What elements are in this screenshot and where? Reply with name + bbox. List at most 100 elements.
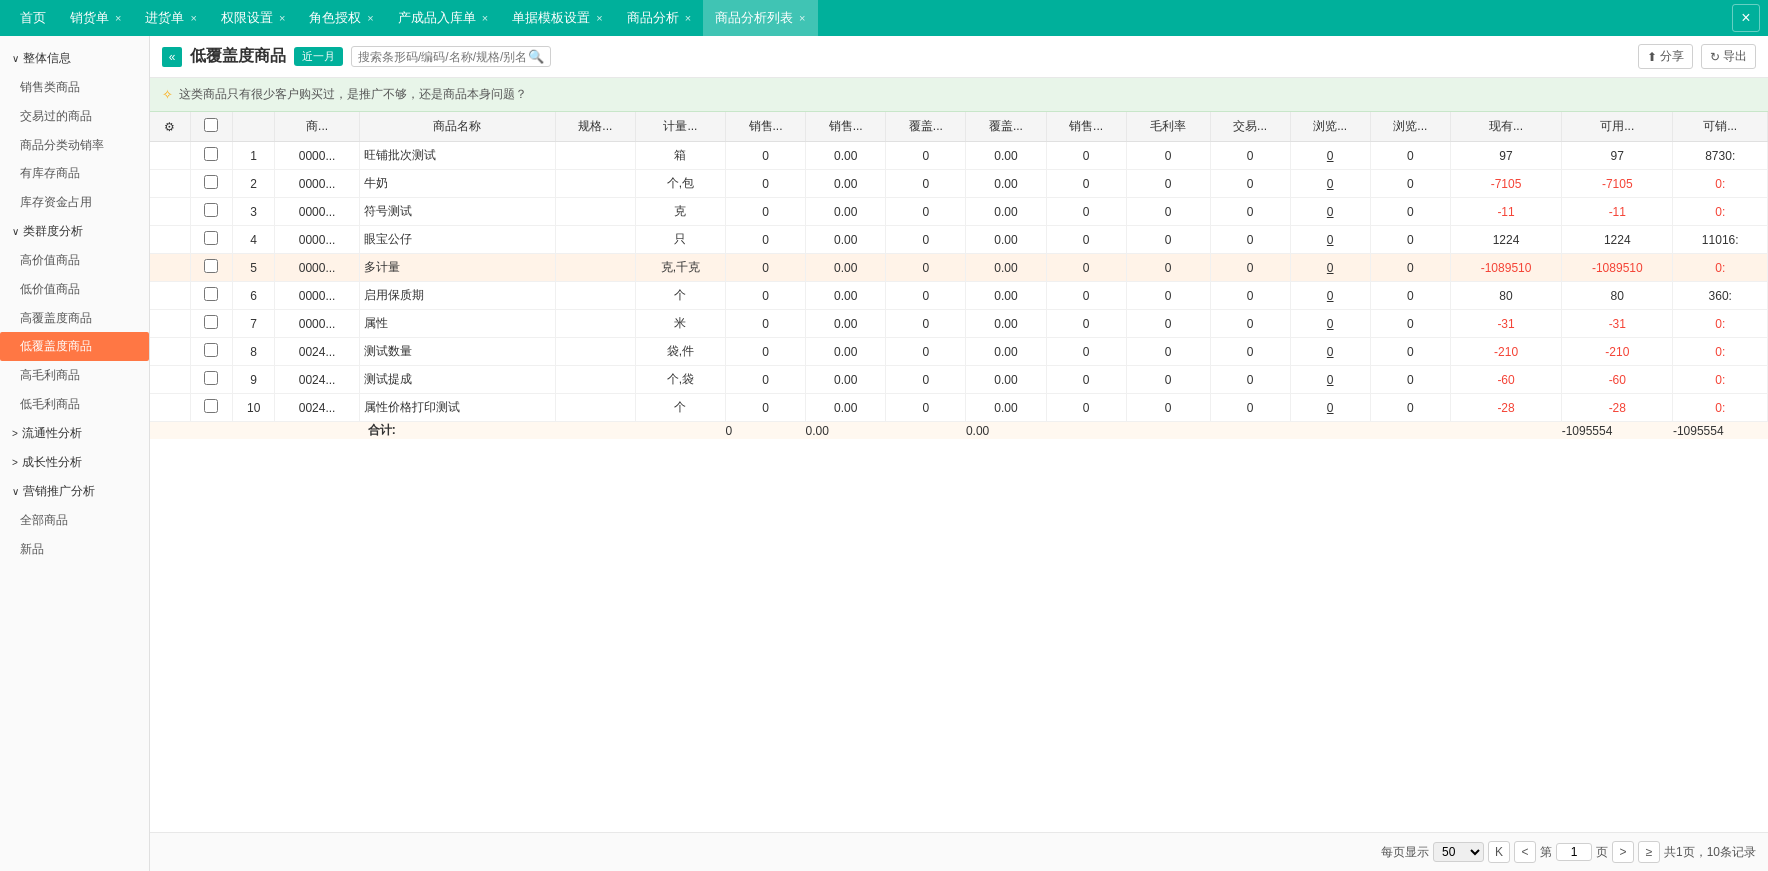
sidebar-item-in-stock[interactable]: 有库存商品 bbox=[0, 159, 149, 188]
nav-tab-permissions[interactable]: 权限设置 × bbox=[209, 0, 297, 36]
row-gross: 0 bbox=[1126, 142, 1210, 170]
row-available: -60 bbox=[1562, 366, 1673, 394]
sidebar-group-marketing[interactable]: ∨ 营销推广分析 bbox=[0, 477, 149, 506]
close-icon[interactable]: × bbox=[799, 12, 805, 24]
page-input[interactable] bbox=[1556, 843, 1592, 861]
close-icon[interactable]: × bbox=[596, 12, 602, 24]
row-browse1[interactable]: 0 bbox=[1290, 254, 1370, 282]
nav-tab-purchase[interactable]: 进货单 × bbox=[133, 0, 208, 36]
row-stock: -11 bbox=[1450, 198, 1561, 226]
row-browse1[interactable]: 0 bbox=[1290, 310, 1370, 338]
row-checkbox[interactable] bbox=[190, 366, 233, 394]
close-icon[interactable]: × bbox=[482, 12, 488, 24]
sidebar-item-low-profit[interactable]: 低毛利商品 bbox=[0, 390, 149, 419]
search-box[interactable]: 🔍 bbox=[351, 46, 551, 67]
sidebar-group-growth[interactable]: > 成长性分析 bbox=[0, 448, 149, 477]
row-checkbox[interactable] bbox=[190, 310, 233, 338]
row-browse1[interactable]: 0 bbox=[1290, 366, 1370, 394]
row-checkbox[interactable] bbox=[190, 282, 233, 310]
row-checkbox[interactable] bbox=[190, 198, 233, 226]
row-browse1[interactable]: 0 bbox=[1290, 170, 1370, 198]
row-stock: 97 bbox=[1450, 142, 1561, 170]
row-browse1[interactable]: 0 bbox=[1290, 142, 1370, 170]
sidebar-item-all-goods[interactable]: 全部商品 bbox=[0, 506, 149, 535]
col-cov1: 覆盖... bbox=[886, 112, 966, 142]
chevron-down-icon: ∨ bbox=[12, 53, 19, 64]
row-checkbox[interactable] bbox=[190, 226, 233, 254]
row-trade: 0 bbox=[1210, 254, 1290, 282]
sidebar-item-high-coverage[interactable]: 高覆盖度商品 bbox=[0, 304, 149, 333]
col-browse1: 浏览... bbox=[1290, 112, 1370, 142]
row-checkbox[interactable] bbox=[190, 170, 233, 198]
sidebar-group-circulation[interactable]: > 流通性分析 bbox=[0, 419, 149, 448]
first-page-button[interactable]: K bbox=[1488, 841, 1510, 863]
next-page-button[interactable]: > bbox=[1612, 841, 1634, 863]
close-icon[interactable]: × bbox=[367, 12, 373, 24]
sidebar-item-new-goods[interactable]: 新品 bbox=[0, 535, 149, 564]
row-settings bbox=[150, 198, 190, 226]
sidebar-group-cluster[interactable]: ∨ 类群度分析 bbox=[0, 217, 149, 246]
row-no: 8 bbox=[233, 338, 275, 366]
settings-column-header[interactable]: ⚙ bbox=[150, 112, 190, 142]
nav-tab-home[interactable]: 首页 bbox=[8, 0, 58, 36]
nav-tab-templates[interactable]: 单据模板设置 × bbox=[500, 0, 614, 36]
total-records: 共1页，10条记录 bbox=[1664, 844, 1756, 861]
row-sales-amt: 0.00 bbox=[806, 394, 886, 422]
prev-page-button[interactable]: < bbox=[1514, 841, 1536, 863]
row-browse1[interactable]: 0 bbox=[1290, 226, 1370, 254]
sidebar-item-low-coverage[interactable]: 低覆盖度商品 bbox=[0, 332, 149, 361]
row-trade: 0 bbox=[1210, 170, 1290, 198]
row-checkbox[interactable] bbox=[190, 142, 233, 170]
row-name: 牛奶 bbox=[360, 170, 556, 198]
row-sales3: 0 bbox=[1046, 338, 1126, 366]
row-checkbox[interactable] bbox=[190, 394, 233, 422]
gear-icon[interactable]: ⚙ bbox=[164, 120, 175, 134]
table-container[interactable]: ⚙ 商... 商品名称 规格... 计量... 销售... 销售... 覆盖..… bbox=[150, 112, 1768, 832]
sidebar-item-low-value[interactable]: 低价值商品 bbox=[0, 275, 149, 304]
col-cov2: 覆盖... bbox=[966, 112, 1046, 142]
close-icon[interactable]: × bbox=[115, 12, 121, 24]
nav-tab-sales[interactable]: 销货单 × bbox=[58, 0, 133, 36]
row-code: 0000... bbox=[275, 282, 360, 310]
select-all-checkbox[interactable] bbox=[204, 118, 218, 132]
row-checkbox[interactable] bbox=[190, 254, 233, 282]
checkbox-column-header[interactable] bbox=[190, 112, 233, 142]
row-browse1[interactable]: 0 bbox=[1290, 282, 1370, 310]
sidebar-item-capital[interactable]: 库存资金占用 bbox=[0, 188, 149, 217]
close-icon[interactable]: × bbox=[685, 12, 691, 24]
sidebar-item-high-profit[interactable]: 高毛利商品 bbox=[0, 361, 149, 390]
period-button[interactable]: 近一月 bbox=[294, 47, 343, 66]
row-checkbox[interactable] bbox=[190, 338, 233, 366]
export-button[interactable]: ↻ 导出 bbox=[1701, 44, 1756, 69]
row-cov2: 0.00 bbox=[966, 142, 1046, 170]
close-icon[interactable]: × bbox=[190, 12, 196, 24]
sidebar-group-overall[interactable]: ∨ 整体信息 bbox=[0, 44, 149, 73]
sidebar-item-high-value[interactable]: 高价值商品 bbox=[0, 246, 149, 275]
table-row: 3 0000... 符号测试 克 0 0.00 0 0.00 0 0 0 0 0… bbox=[150, 198, 1768, 226]
sidebar-item-category-rate[interactable]: 商品分类动销率 bbox=[0, 131, 149, 160]
nav-tab-analysis-list[interactable]: 商品分析列表 × bbox=[703, 0, 817, 36]
close-icon[interactable]: × bbox=[279, 12, 285, 24]
share-button[interactable]: ⬆ 分享 bbox=[1638, 44, 1693, 69]
row-browse2: 0 bbox=[1370, 142, 1450, 170]
sum-cov2: 0.00 bbox=[966, 422, 1046, 440]
search-input[interactable] bbox=[358, 50, 528, 64]
share-icon: ⬆ bbox=[1647, 50, 1657, 64]
page-title: 低覆盖度商品 bbox=[190, 46, 286, 67]
row-cov2: 0.00 bbox=[966, 310, 1046, 338]
last-page-button[interactable]: ≥ bbox=[1638, 841, 1660, 863]
row-browse1[interactable]: 0 bbox=[1290, 394, 1370, 422]
nav-tab-roles[interactable]: 角色授权 × bbox=[297, 0, 385, 36]
row-browse1[interactable]: 0 bbox=[1290, 338, 1370, 366]
row-trade: 0 bbox=[1210, 338, 1290, 366]
row-no: 2 bbox=[233, 170, 275, 198]
page-size-select[interactable]: 50 100 200 bbox=[1433, 842, 1484, 862]
sidebar-item-sales-goods[interactable]: 销售类商品 bbox=[0, 73, 149, 102]
nav-tab-analysis[interactable]: 商品分析 × bbox=[615, 0, 703, 36]
close-all-button[interactable]: × bbox=[1732, 4, 1760, 32]
row-browse1[interactable]: 0 bbox=[1290, 198, 1370, 226]
row-browse2: 0 bbox=[1370, 394, 1450, 422]
collapse-button[interactable]: « bbox=[162, 47, 182, 67]
sidebar-item-traded-goods[interactable]: 交易过的商品 bbox=[0, 102, 149, 131]
nav-tab-products[interactable]: 产成品入库单 × bbox=[386, 0, 500, 36]
